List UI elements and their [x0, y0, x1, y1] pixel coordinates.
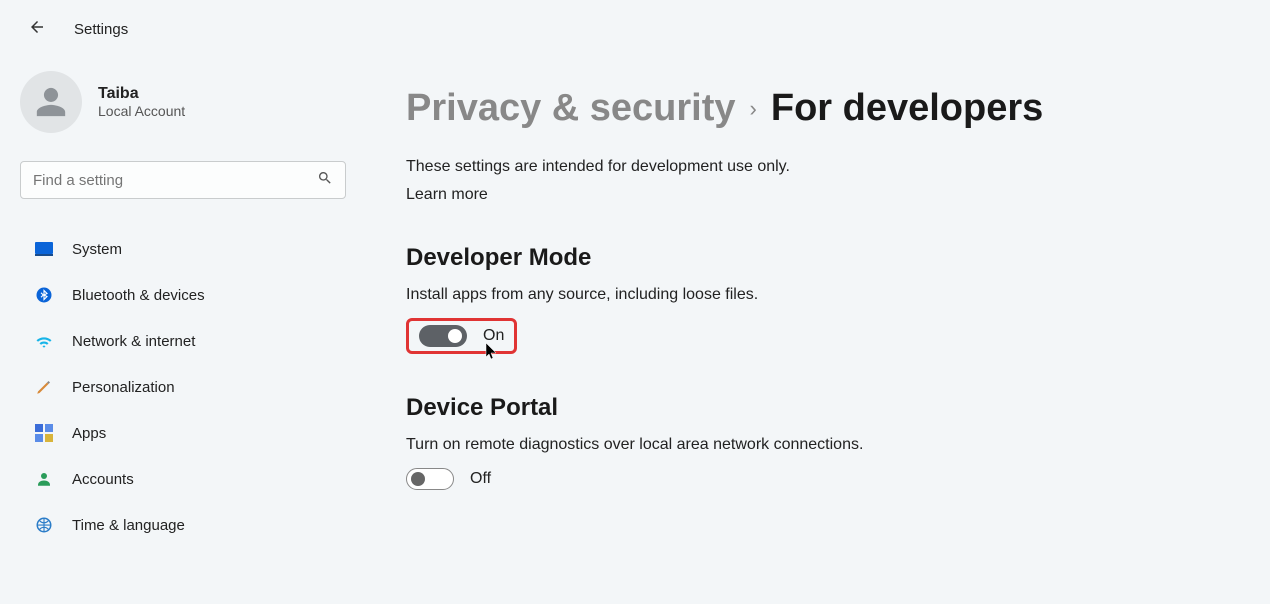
title-bar: Settings: [0, 0, 1270, 51]
breadcrumb-current: For developers: [771, 87, 1043, 130]
back-button[interactable]: [28, 18, 46, 41]
user-name: Taiba: [98, 85, 185, 103]
main-content: Privacy & security › For developers Thes…: [366, 51, 1270, 545]
device-portal-toggle-row: Off: [406, 468, 1230, 490]
device-portal-title: Device Portal: [406, 394, 1230, 422]
dev-mode-desc: Install apps from any source, including …: [406, 286, 1230, 304]
learn-more-link[interactable]: Learn more: [406, 186, 488, 204]
dev-mode-toggle[interactable]: [419, 325, 467, 347]
nav-item-apps[interactable]: Apps: [20, 413, 346, 453]
nav-label: Network & internet: [72, 333, 195, 350]
intro-text: These settings are intended for developm…: [406, 158, 1230, 176]
dev-mode-state: On: [483, 327, 504, 345]
nav-label: Bluetooth & devices: [72, 287, 205, 304]
accounts-icon: [34, 469, 54, 489]
nav-label: Accounts: [72, 471, 134, 488]
nav-label: Apps: [72, 425, 106, 442]
breadcrumb-parent[interactable]: Privacy & security: [406, 87, 736, 130]
dev-mode-title: Developer Mode: [406, 244, 1230, 272]
chevron-right-icon: ›: [750, 96, 757, 122]
nav-item-network[interactable]: Network & internet: [20, 321, 346, 361]
breadcrumb: Privacy & security › For developers: [406, 87, 1230, 130]
nav-label: Time & language: [72, 517, 185, 534]
network-icon: [34, 331, 54, 351]
cursor-icon: [485, 343, 499, 366]
highlight-annotation: On: [406, 318, 517, 354]
nav-item-bluetooth[interactable]: Bluetooth & devices: [20, 275, 346, 315]
nav-item-time-language[interactable]: Time & language: [20, 505, 346, 545]
search-icon: [317, 170, 333, 191]
apps-icon: [34, 423, 54, 443]
bluetooth-icon: [34, 285, 54, 305]
nav-label: System: [72, 241, 122, 258]
nav-label: Personalization: [72, 379, 175, 396]
sidebar: Taiba Local Account System Bluetooth & d…: [0, 51, 366, 545]
time-language-icon: [34, 515, 54, 535]
device-portal-desc: Turn on remote diagnostics over local ar…: [406, 436, 1230, 454]
nav-item-personalization[interactable]: Personalization: [20, 367, 346, 407]
nav-list: System Bluetooth & devices Network & int…: [20, 229, 346, 545]
search-input[interactable]: [20, 161, 346, 199]
personalization-icon: [34, 377, 54, 397]
device-portal-toggle[interactable]: [406, 468, 454, 490]
avatar: [20, 71, 82, 133]
nav-item-system[interactable]: System: [20, 229, 346, 269]
search-field[interactable]: [33, 172, 317, 189]
user-profile[interactable]: Taiba Local Account: [20, 71, 346, 133]
device-portal-state: Off: [470, 470, 491, 488]
user-account-type: Local Account: [98, 103, 185, 119]
app-title: Settings: [74, 21, 128, 38]
nav-item-accounts[interactable]: Accounts: [20, 459, 346, 499]
system-icon: [34, 239, 54, 259]
